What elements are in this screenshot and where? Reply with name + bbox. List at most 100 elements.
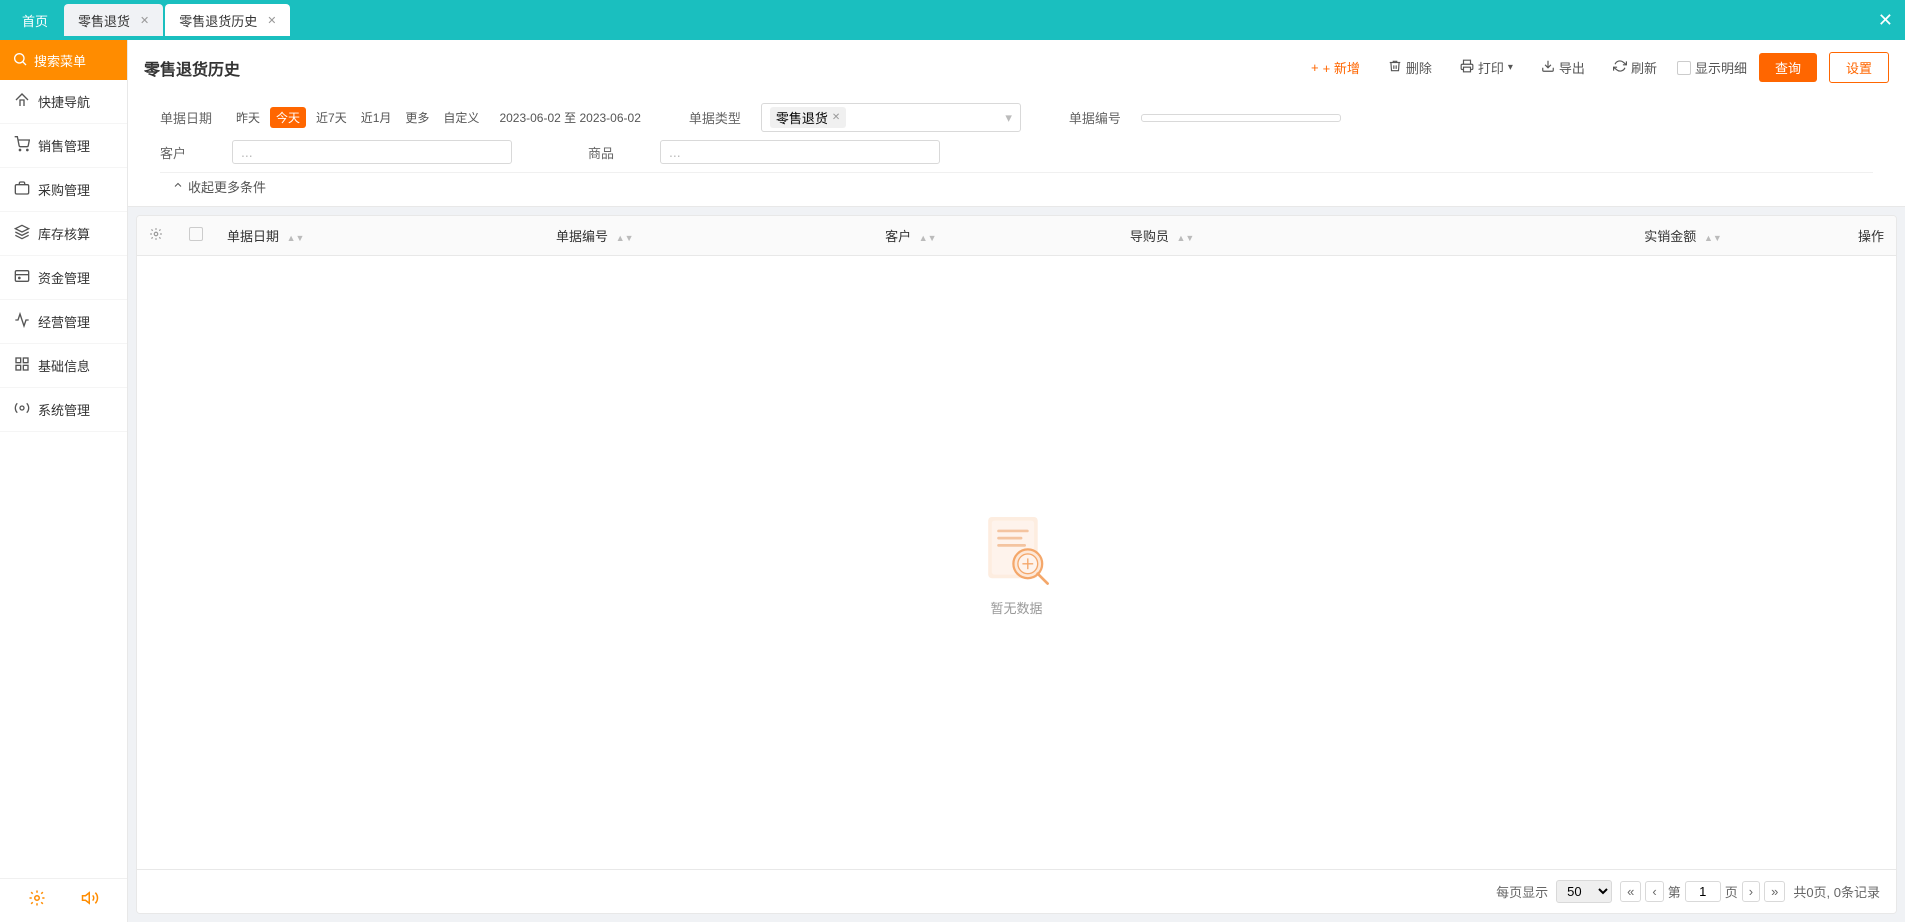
system-icon bbox=[14, 400, 30, 419]
data-table: 单据日期 ▲▼ 单据编号 ▲▼ 客户 ▲▼ bbox=[137, 216, 1896, 256]
new-button[interactable]: + + 新增 bbox=[1303, 54, 1368, 81]
print-dropdown-icon: ▾ bbox=[1508, 62, 1513, 73]
shortcut-7days[interactable]: 近7天 bbox=[312, 107, 351, 128]
show-detail-checkbox[interactable]: 显示明细 bbox=[1677, 58, 1747, 77]
filter-area: 单据日期 昨天 今天 近7天 近1月 更多 自定义 2023-06-02 至 2… bbox=[144, 93, 1889, 206]
export-button[interactable]: 导出 bbox=[1533, 54, 1593, 81]
tab-retail-return[interactable]: 零售退货 ✕ bbox=[64, 4, 163, 36]
sidebar-search-label: 搜索菜单 bbox=[34, 51, 86, 70]
purchase-icon bbox=[14, 180, 30, 199]
sort-guide[interactable]: ▲▼ bbox=[1176, 233, 1194, 243]
shortcut-more[interactable]: 更多 bbox=[401, 107, 433, 128]
collapse-button[interactable]: 收起更多条件 bbox=[160, 172, 1873, 200]
toolbar: + + 新增 删除 bbox=[1303, 52, 1889, 83]
voucher-label: 单据编号 bbox=[1069, 108, 1125, 127]
page-prefix: 第 bbox=[1668, 882, 1681, 901]
col-ops: 操作 bbox=[1734, 216, 1896, 256]
dropdown-icon: ▾ bbox=[1005, 110, 1012, 126]
sidebar-item-quick-nav[interactable]: 快捷导航 bbox=[0, 80, 127, 124]
sidebar-search[interactable]: 搜索菜单 bbox=[0, 40, 127, 80]
date-label: 单据日期 bbox=[160, 108, 216, 127]
per-page-select[interactable]: 50 10 20 100 bbox=[1556, 880, 1612, 903]
table-section: 单据日期 ▲▼ 单据编号 ▲▼ 客户 ▲▼ bbox=[136, 215, 1897, 914]
speaker-icon[interactable] bbox=[81, 889, 99, 912]
col-voucher: 单据编号 ▲▼ bbox=[544, 216, 873, 256]
next-page-button[interactable]: › bbox=[1742, 881, 1760, 902]
basic-icon bbox=[14, 356, 30, 375]
shortcut-1month[interactable]: 近1月 bbox=[357, 107, 396, 128]
product-input[interactable]: ... bbox=[660, 140, 940, 164]
sidebar-item-label: 基础信息 bbox=[38, 356, 90, 375]
sidebar-item-inventory[interactable]: 库存核算 bbox=[0, 212, 127, 256]
refresh-icon bbox=[1613, 59, 1627, 76]
customer-label: 客户 bbox=[160, 143, 216, 162]
delete-button[interactable]: 删除 bbox=[1380, 54, 1440, 81]
product-placeholder: ... bbox=[669, 144, 681, 160]
refresh-button[interactable]: 刷新 bbox=[1605, 54, 1665, 81]
type-tag-close[interactable]: ✕ bbox=[832, 112, 840, 123]
shortcut-today[interactable]: 今天 bbox=[270, 107, 306, 128]
sort-date[interactable]: ▲▼ bbox=[287, 233, 305, 243]
delete-icon bbox=[1388, 59, 1402, 76]
sidebar-item-sales-mgmt[interactable]: 销售管理 bbox=[0, 124, 127, 168]
window-close-button[interactable]: ✕ bbox=[1878, 10, 1893, 31]
ops-icon bbox=[14, 312, 30, 331]
sidebar-item-label: 库存核算 bbox=[38, 224, 90, 243]
sidebar-item-basic-info[interactable]: 基础信息 bbox=[0, 344, 127, 388]
filter-row-2: 客户 ... 商品 ... bbox=[160, 140, 1873, 164]
tab-close-return[interactable]: ✕ bbox=[140, 14, 149, 27]
page-header: 零售退货历史 + + 新增 删除 bbox=[128, 40, 1905, 207]
sidebar-item-purchase-mgmt[interactable]: 采购管理 bbox=[0, 168, 127, 212]
col-customer: 客户 ▲▼ bbox=[873, 216, 1118, 256]
empty-text: 暂无数据 bbox=[990, 598, 1042, 617]
tab-close-history[interactable]: ✕ bbox=[267, 14, 276, 27]
select-all-checkbox[interactable] bbox=[189, 227, 203, 241]
col-amount: 实销金额 ▲▼ bbox=[1405, 216, 1734, 256]
shortcut-yesterday[interactable]: 昨天 bbox=[232, 107, 264, 128]
table-settings-icon[interactable] bbox=[149, 229, 163, 244]
sidebar-item-label: 销售管理 bbox=[38, 136, 90, 155]
filter-row-1: 单据日期 昨天 今天 近7天 近1月 更多 自定义 2023-06-02 至 2… bbox=[160, 103, 1873, 132]
page-input[interactable] bbox=[1685, 881, 1721, 902]
setting-button[interactable]: 设置 bbox=[1829, 52, 1889, 83]
sort-voucher[interactable]: ▲▼ bbox=[616, 233, 634, 243]
main-layout: 搜索菜单 快捷导航 销售管理 bbox=[0, 40, 1905, 922]
tab-retail-return-history[interactable]: 零售退货历史 ✕ bbox=[165, 4, 290, 36]
date-shortcuts: 昨天 今天 近7天 近1月 更多 自定义 bbox=[232, 107, 483, 128]
col-date: 单据日期 ▲▼ bbox=[215, 216, 544, 256]
tab-home[interactable]: 首页 bbox=[8, 5, 62, 36]
customer-input[interactable]: ... bbox=[232, 140, 512, 164]
pagination-nav: « ‹ 第 页 › » bbox=[1620, 881, 1785, 902]
sort-amount[interactable]: ▲▼ bbox=[1704, 233, 1722, 243]
shortcut-custom[interactable]: 自定义 bbox=[439, 107, 483, 128]
sidebar-item-label: 采购管理 bbox=[38, 180, 90, 199]
content-area: 零售退货历史 + + 新增 删除 bbox=[128, 40, 1905, 922]
sidebar-item-label: 资金管理 bbox=[38, 268, 90, 287]
first-page-button[interactable]: « bbox=[1620, 881, 1641, 902]
empty-illustration bbox=[972, 508, 1062, 598]
pagination-bar: 每页显示 50 10 20 100 « ‹ 第 页 › » 共0页, 0条记录 bbox=[137, 869, 1896, 913]
sort-customer[interactable]: ▲▼ bbox=[919, 233, 937, 243]
finance-icon bbox=[14, 268, 30, 287]
sidebar-item-operations[interactable]: 经营管理 bbox=[0, 300, 127, 344]
print-icon bbox=[1460, 59, 1474, 76]
gear-icon[interactable] bbox=[28, 889, 46, 912]
sidebar-item-label: 系统管理 bbox=[38, 400, 90, 419]
product-label: 商品 bbox=[588, 143, 644, 162]
type-select[interactable]: 零售退货 ✕ ▾ bbox=[761, 103, 1021, 132]
page-title: 零售退货历史 bbox=[144, 56, 240, 80]
sidebar-item-system[interactable]: 系统管理 bbox=[0, 388, 127, 432]
per-page-label: 每页显示 bbox=[1496, 882, 1548, 901]
print-button[interactable]: 打印 ▾ bbox=[1452, 54, 1521, 81]
query-button[interactable]: 查询 bbox=[1759, 53, 1817, 82]
voucher-input[interactable] bbox=[1141, 114, 1341, 122]
type-tag: 零售退货 ✕ bbox=[770, 107, 846, 128]
prev-page-button[interactable]: ‹ bbox=[1645, 881, 1663, 902]
page-title-row: 零售退货历史 + + 新增 删除 bbox=[144, 52, 1889, 93]
last-page-button[interactable]: » bbox=[1764, 881, 1785, 902]
empty-state: 暂无数据 bbox=[137, 256, 1896, 869]
sidebar: 搜索菜单 快捷导航 销售管理 bbox=[0, 40, 128, 922]
sidebar-item-label: 经营管理 bbox=[38, 312, 90, 331]
plus-icon: + bbox=[1311, 60, 1319, 75]
sidebar-item-finance[interactable]: 资金管理 bbox=[0, 256, 127, 300]
